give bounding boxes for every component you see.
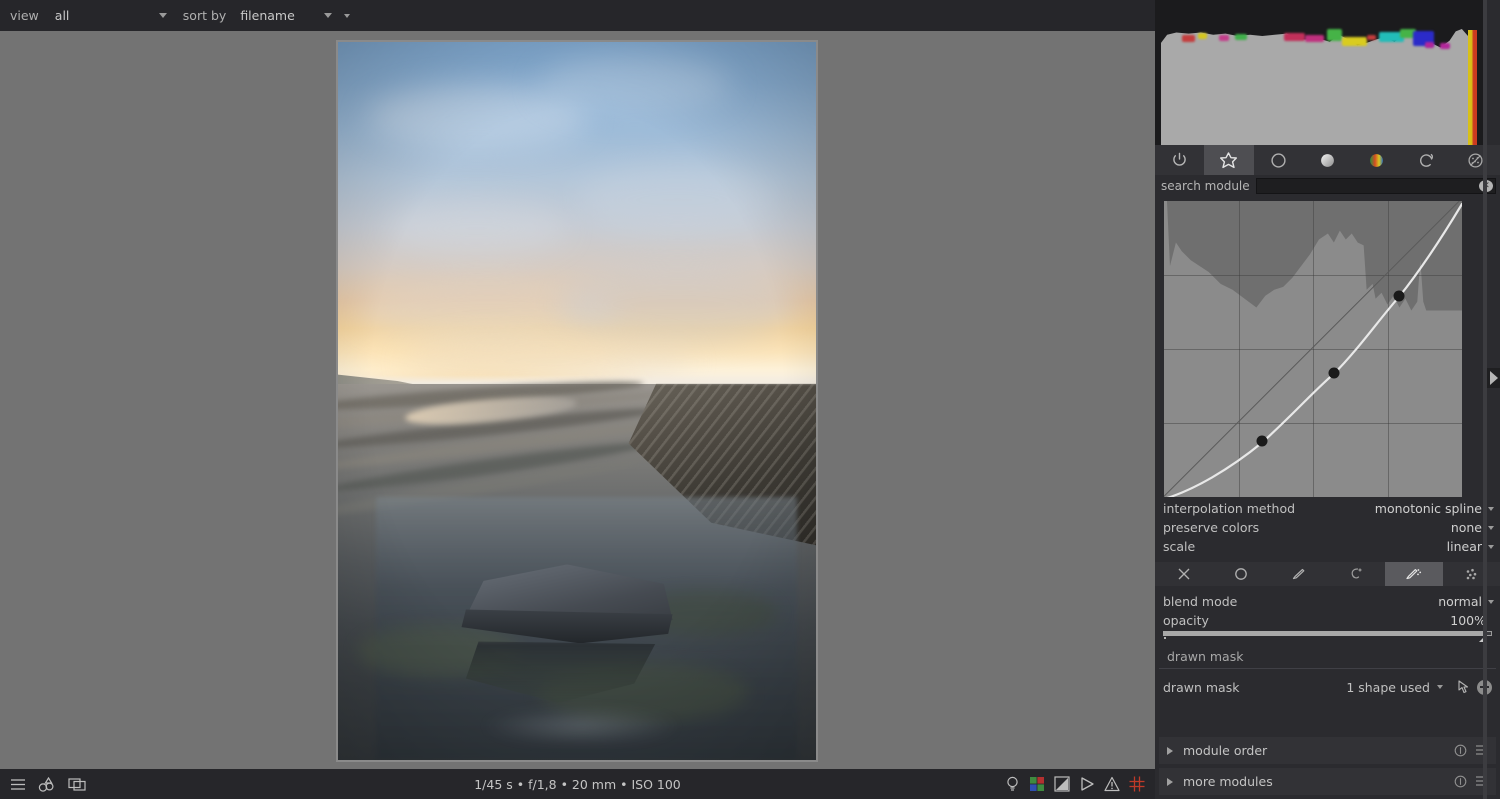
shapes-used-value: 1 shape used xyxy=(1346,679,1430,695)
parametric-mask-button[interactable] xyxy=(1328,562,1386,586)
sort-by-value: filename xyxy=(240,8,295,23)
chevron-down-icon[interactable] xyxy=(1488,544,1494,549)
histogram-clipping-edge xyxy=(1468,30,1477,145)
drawn-and-parametric-mask-button[interactable] xyxy=(1385,562,1443,586)
bottom-toolbar: 1/45 s • f/1,8 • 20 mm • ISO 100 xyxy=(0,769,1155,799)
expander-triangle-icon[interactable] xyxy=(1167,746,1173,755)
tone-curve-line xyxy=(1164,201,1462,497)
overlays-icon[interactable] xyxy=(38,776,56,792)
opacity-row[interactable]: opacity 100% xyxy=(1155,611,1500,630)
curve-node[interactable] xyxy=(1393,290,1405,302)
tone-curve-widget[interactable] xyxy=(1155,197,1500,499)
chevron-down-icon xyxy=(324,13,333,18)
opacity-value: 100% xyxy=(1450,613,1486,628)
show-edit-shapes-icon[interactable] xyxy=(1455,679,1469,695)
guide-lines-icon[interactable] xyxy=(1129,776,1145,792)
favorite-modules-tab[interactable] xyxy=(1204,145,1254,175)
image-frame xyxy=(336,40,818,762)
blend-mode-value: normal xyxy=(1438,594,1482,609)
correction-modules-tab[interactable] xyxy=(1401,145,1450,175)
softproof-icon[interactable] xyxy=(1079,776,1095,792)
chevron-down-icon[interactable] xyxy=(1488,599,1494,604)
scale-value: linear xyxy=(1446,539,1482,554)
drawn-mask-section-header: drawn mask xyxy=(1159,640,1496,669)
chevron-down-icon[interactable] xyxy=(1488,525,1494,530)
slider-origin-dot xyxy=(1164,637,1166,639)
color-modules-tab[interactable] xyxy=(1352,145,1401,175)
reset-icon[interactable] xyxy=(1454,775,1467,788)
focus-peaking-icon[interactable] xyxy=(1005,776,1020,792)
chevron-down-icon xyxy=(158,13,167,18)
second-window-icon[interactable] xyxy=(68,777,86,792)
curve-node[interactable] xyxy=(1328,367,1340,379)
blend-off-button[interactable] xyxy=(1155,562,1213,586)
panel-seam xyxy=(1483,0,1487,799)
more-modules-block[interactable]: more modules xyxy=(1159,768,1496,795)
chevron-down-icon[interactable] xyxy=(1488,506,1494,511)
interpolation-method-label: interpolation method xyxy=(1163,501,1296,516)
collapse-right-panel-button[interactable] xyxy=(1487,368,1500,388)
view-dropdown[interactable]: all xyxy=(55,8,177,23)
scale-label: scale xyxy=(1163,539,1196,554)
search-module-row: search module ✕ xyxy=(1155,175,1500,197)
tone-curve-plot[interactable] xyxy=(1164,201,1462,497)
chevron-down-icon[interactable] xyxy=(1437,685,1443,689)
drawn-mask-shapes-row: drawn mask 1 shape used xyxy=(1155,675,1500,699)
module-group-tabs xyxy=(1155,145,1500,175)
tone-curve-params: interpolation method monotonic spline pr… xyxy=(1155,499,1500,556)
histogram[interactable] xyxy=(1155,0,1485,145)
blend-mode-row[interactable]: blend mode normal xyxy=(1155,592,1500,611)
preserve-colors-row[interactable]: preserve colors none xyxy=(1155,518,1500,537)
preview-image[interactable] xyxy=(338,42,816,760)
blend-parameters: blend mode normal opacity 100% drawn mas… xyxy=(1155,586,1500,699)
gamut-check-icon[interactable] xyxy=(1054,776,1070,792)
sort-by-label: sort by xyxy=(182,8,227,23)
reset-icon[interactable] xyxy=(1454,744,1467,757)
interpolation-method-value: monotonic spline xyxy=(1374,501,1482,516)
slider-fill xyxy=(1163,631,1486,636)
tone-modules-tab[interactable] xyxy=(1303,145,1352,175)
bottom-left-icons xyxy=(10,776,86,792)
opacity-label: opacity xyxy=(1163,613,1209,628)
search-module-input[interactable]: ✕ xyxy=(1255,178,1496,194)
module-order-block[interactable]: module order xyxy=(1159,737,1496,764)
view-label: view xyxy=(10,8,39,23)
more-modules-label: more modules xyxy=(1183,774,1273,789)
technical-modules-tab[interactable] xyxy=(1254,145,1303,175)
sort-by-dropdown[interactable]: filename xyxy=(240,8,333,23)
raw-overexposed-icon[interactable] xyxy=(1104,776,1120,792)
blend-mode-label: blend mode xyxy=(1163,594,1238,609)
darkroom-canvas[interactable] xyxy=(0,31,1155,769)
view-value: all xyxy=(54,8,70,23)
drawn-mask-button[interactable] xyxy=(1270,562,1328,586)
opacity-slider[interactable] xyxy=(1163,631,1492,642)
bottom-module-blocks: module order more modules xyxy=(1155,733,1500,795)
curve-node[interactable] xyxy=(1256,435,1268,447)
histogram-rgb-peaks xyxy=(1161,29,1468,57)
preserve-colors-label: preserve colors xyxy=(1163,520,1260,535)
vignette xyxy=(338,42,816,760)
drawn-mask-label: drawn mask xyxy=(1163,679,1240,695)
sort-direction-icon[interactable] xyxy=(344,13,351,18)
effects-modules-tab[interactable] xyxy=(1451,145,1500,175)
hamburger-menu-icon[interactable] xyxy=(10,778,26,791)
exif-info: 1/45 s • f/1,8 • 20 mm • ISO 100 xyxy=(474,776,681,792)
interpolation-method-row[interactable]: interpolation method monotonic spline xyxy=(1155,499,1500,518)
search-module-label: search module xyxy=(1161,179,1250,193)
active-modules-tab[interactable] xyxy=(1155,145,1204,175)
color-assessment-icon[interactable] xyxy=(1029,776,1045,792)
expander-triangle-icon[interactable] xyxy=(1167,777,1173,786)
preserve-colors-value: none xyxy=(1450,520,1482,535)
top-toolbar: view all sort by filename xyxy=(0,0,1155,31)
bottom-right-icons xyxy=(1005,776,1145,792)
chevron-right-icon xyxy=(1489,371,1498,385)
darktable-window: view all sort by filename ? xyxy=(0,0,1500,799)
module-order-label: module order xyxy=(1183,743,1268,758)
blend-mask-mode-strip xyxy=(1155,562,1500,586)
raster-mask-button[interactable] xyxy=(1443,562,1500,586)
scale-row[interactable]: scale linear xyxy=(1155,537,1500,556)
blend-uniformly-button[interactable] xyxy=(1213,562,1271,586)
right-panel: search module ✕ xyxy=(1155,0,1500,799)
